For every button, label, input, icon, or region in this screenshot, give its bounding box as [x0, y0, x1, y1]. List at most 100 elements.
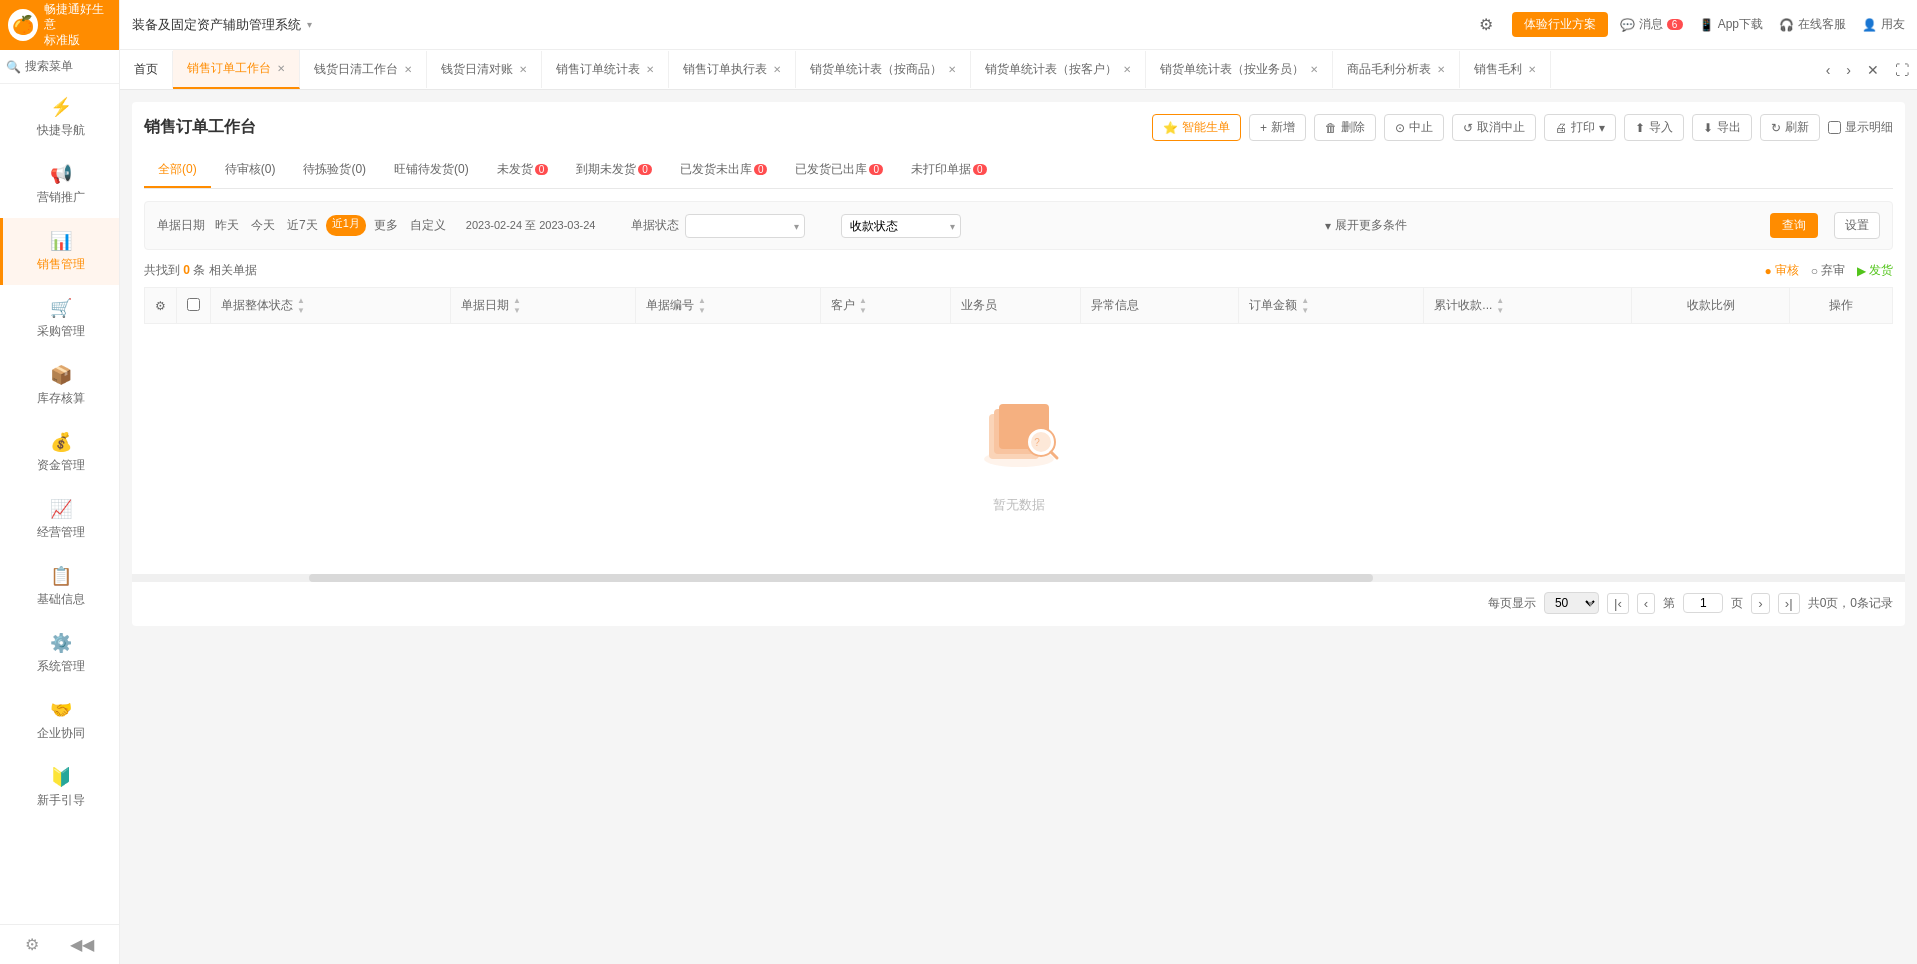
- subtab-shipped-out[interactable]: 已发货已出库0: [781, 153, 897, 188]
- th-checkbox[interactable]: [177, 288, 211, 324]
- th-number[interactable]: 单据编号 ▲▼: [635, 288, 820, 324]
- sidebar-item-basic[interactable]: 📋 基础信息: [0, 553, 119, 620]
- export-button[interactable]: ⬇ 导出: [1692, 114, 1752, 141]
- search-button[interactable]: 查询: [1770, 213, 1818, 238]
- filter-more[interactable]: 更多: [370, 215, 402, 236]
- th-status[interactable]: 单据整体状态 ▲▼: [211, 288, 451, 324]
- tab-cash-daily-close[interactable]: ✕: [404, 64, 412, 75]
- sidebar-item-system[interactable]: ⚙️ 系统管理: [0, 620, 119, 687]
- tab-sales-product[interactable]: 销货单统计表（按商品） ✕: [796, 51, 971, 88]
- th-ratio[interactable]: 收款比例: [1632, 288, 1790, 324]
- topbar-app-download[interactable]: 📱 App下载: [1699, 16, 1763, 33]
- sidebar-item-collab[interactable]: 🤝 企业协同: [0, 687, 119, 754]
- th-amount[interactable]: 订单金额 ▲▼: [1239, 288, 1424, 324]
- sidebar-item-inventory[interactable]: 📦 库存核算: [0, 352, 119, 419]
- tab-cash-reconcile-close[interactable]: ✕: [519, 64, 527, 75]
- pagination-prev[interactable]: ‹: [1637, 593, 1655, 614]
- tab-cash-daily[interactable]: 钱货日清工作台 ✕: [300, 51, 427, 88]
- tab-sales-exec[interactable]: 销售订单执行表 ✕: [669, 51, 796, 88]
- settings-filter-button[interactable]: 设置: [1834, 212, 1880, 239]
- pagination-last[interactable]: ›|: [1778, 593, 1800, 614]
- th-settings[interactable]: ⚙: [145, 288, 177, 324]
- cancel-stop-button[interactable]: ↺ 取消中止: [1452, 114, 1536, 141]
- sidebar-search[interactable]: 🔍 搜索菜单: [0, 50, 119, 84]
- pagination-next[interactable]: ›: [1751, 593, 1769, 614]
- tabs-scroll-right[interactable]: ›: [1838, 56, 1859, 84]
- tab-sales-customer[interactable]: 销货单统计表（按客户） ✕: [971, 51, 1146, 88]
- subtab-all[interactable]: 全部(0): [144, 153, 211, 188]
- tab-sales-staff[interactable]: 销货单统计表（按业务员） ✕: [1146, 51, 1333, 88]
- sidebar-settings-icon[interactable]: ⚙: [25, 935, 39, 954]
- show-detail-checkbox-wrapper[interactable]: 显示明细: [1828, 119, 1893, 136]
- th-collected[interactable]: 累计收款... ▲▼: [1424, 288, 1632, 324]
- tab-sales-exec-close[interactable]: ✕: [773, 64, 781, 75]
- th-customer[interactable]: 客户 ▲▼: [820, 288, 950, 324]
- batch-cancel-review-button[interactable]: ○ 弃审: [1811, 262, 1845, 279]
- pagination-first[interactable]: |‹: [1607, 593, 1629, 614]
- tab-cash-reconcile[interactable]: 钱货日清对账 ✕: [427, 51, 542, 88]
- batch-ship-button[interactable]: ▶ 发货: [1857, 262, 1893, 279]
- tab-sales-product-close[interactable]: ✕: [948, 64, 956, 75]
- filter-expand-button[interactable]: ▾ 展开更多条件: [1325, 217, 1407, 234]
- subtab-shipped-in[interactable]: 已发货未出库0: [666, 153, 782, 188]
- subtab-unprinted[interactable]: 未打印单据0: [897, 153, 1001, 188]
- delete-button[interactable]: 🗑 删除: [1314, 114, 1376, 141]
- subtab-wangpu[interactable]: 旺铺待发货(0): [380, 153, 483, 188]
- select-all-checkbox[interactable]: [187, 298, 200, 311]
- filter-today[interactable]: 今天: [247, 215, 279, 236]
- tabs-close-current[interactable]: ✕: [1859, 56, 1887, 84]
- tabs-scroll-left[interactable]: ‹: [1818, 56, 1839, 84]
- tab-sales-margin[interactable]: 销售毛利 ✕: [1460, 51, 1551, 88]
- subtab-pending-check[interactable]: 待拣验货(0): [289, 153, 380, 188]
- filter-custom[interactable]: 自定义: [406, 215, 450, 236]
- tab-sales-stats[interactable]: 销售订单统计表 ✕: [542, 51, 669, 88]
- tab-sales-margin-close[interactable]: ✕: [1528, 64, 1536, 75]
- filter-7days[interactable]: 近7天: [283, 215, 322, 236]
- print-button[interactable]: 🖨 打印 ▾: [1544, 114, 1616, 141]
- filter-1month[interactable]: 近1月: [326, 215, 366, 236]
- topbar-online-service[interactable]: 🎧 在线客服: [1779, 16, 1846, 33]
- topbar-settings-button[interactable]: ⚙: [1472, 11, 1500, 39]
- page-input[interactable]: [1683, 593, 1723, 613]
- scrollbar-thumb[interactable]: [309, 574, 1373, 582]
- batch-review-button[interactable]: ● 审核: [1765, 262, 1799, 279]
- subtab-pending-review[interactable]: 待审核(0): [211, 153, 290, 188]
- th-staff[interactable]: 业务员: [951, 288, 1081, 324]
- sidebar-item-marketing[interactable]: 📢 营销推广: [0, 151, 119, 218]
- filter-yesterday[interactable]: 昨天: [211, 215, 243, 236]
- sidebar-item-finance[interactable]: 💰 资金管理: [0, 419, 119, 486]
- industry-btn[interactable]: 体验行业方案: [1512, 12, 1608, 37]
- sidebar-item-purchase[interactable]: 🛒 采购管理: [0, 285, 119, 352]
- sidebar-item-sales[interactable]: 📊 销售管理: [0, 218, 119, 285]
- topbar-message[interactable]: 💬 消息 6: [1620, 16, 1683, 33]
- sidebar-item-operations[interactable]: 📈 经营管理: [0, 486, 119, 553]
- tab-sales-order[interactable]: 销售订单工作台 ✕: [173, 50, 300, 89]
- sidebar-item-guide[interactable]: 🔰 新手引导: [0, 754, 119, 821]
- sidebar-collapse-icon[interactable]: ◀◀: [70, 935, 94, 954]
- tab-sales-order-close[interactable]: ✕: [277, 63, 285, 74]
- stop-button[interactable]: ⊙ 中止: [1384, 114, 1444, 141]
- per-page-select[interactable]: 10 20 50 100: [1544, 592, 1599, 614]
- th-abnormal[interactable]: 异常信息: [1081, 288, 1239, 324]
- refresh-button[interactable]: ↻ 刷新: [1760, 114, 1820, 141]
- filter-status-select[interactable]: [685, 214, 805, 238]
- tab-home[interactable]: 首页: [120, 51, 173, 88]
- th-date[interactable]: 单据日期 ▲▼: [450, 288, 635, 324]
- tab-gross-margin[interactable]: 商品毛利分析表 ✕: [1333, 51, 1460, 88]
- subtab-overdue[interactable]: 到期未发货0: [562, 153, 666, 188]
- sidebar-item-quicknav[interactable]: ⚡ 快捷导航: [0, 84, 119, 151]
- add-button[interactable]: + 新增: [1249, 114, 1306, 141]
- horizontal-scrollbar[interactable]: [132, 574, 1905, 582]
- tab-sales-stats-close[interactable]: ✕: [646, 64, 654, 75]
- tab-sales-customer-close[interactable]: ✕: [1123, 64, 1131, 75]
- topbar-user[interactable]: 👤 用友: [1862, 16, 1905, 33]
- tab-gross-margin-close[interactable]: ✕: [1437, 64, 1445, 75]
- system-dropdown-icon[interactable]: ▾: [307, 19, 312, 30]
- import-button[interactable]: ⬆ 导入: [1624, 114, 1684, 141]
- tab-sales-staff-close[interactable]: ✕: [1310, 64, 1318, 75]
- subtab-unshipped[interactable]: 未发货0: [483, 153, 563, 188]
- show-detail-checkbox[interactable]: [1828, 121, 1841, 134]
- filter-payment-select[interactable]: 收款状态: [841, 214, 961, 238]
- smart-create-button[interactable]: ⭐ 智能生单: [1152, 114, 1241, 141]
- tabs-maximize[interactable]: ⛶: [1887, 56, 1917, 84]
